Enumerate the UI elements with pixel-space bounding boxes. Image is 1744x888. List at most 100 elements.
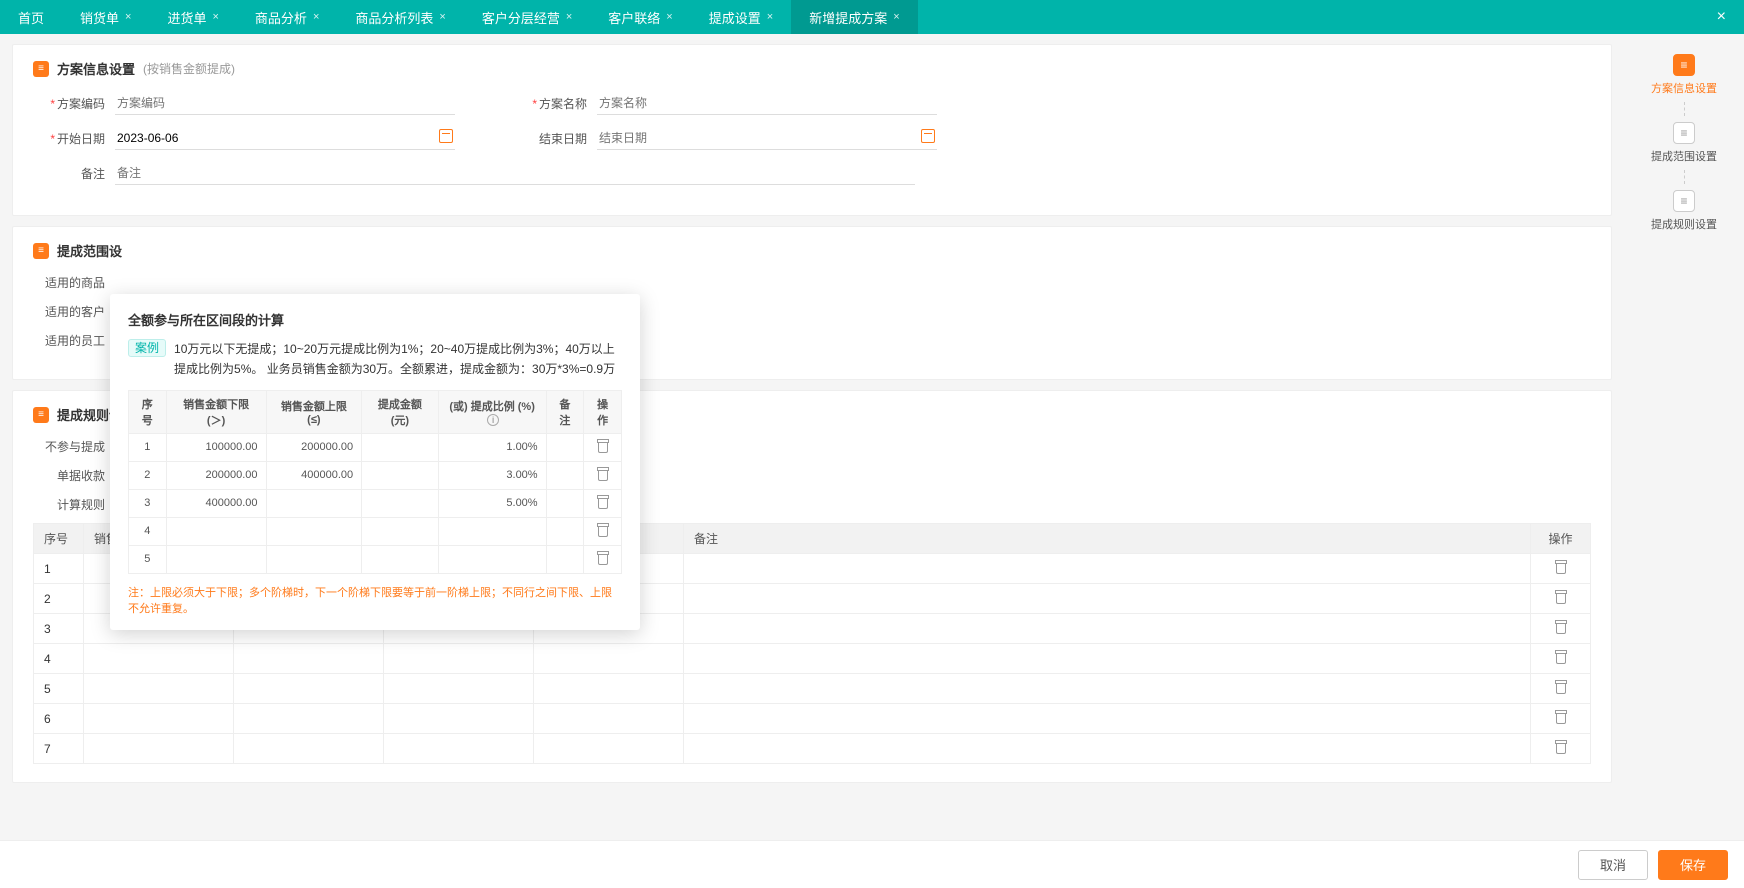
close-icon[interactable]: × [439, 11, 445, 23]
cancel-button[interactable]: 取消 [1578, 850, 1648, 880]
popover-note: 注：上限必须大于下限；多个阶梯时，下一个阶梯下限要等于前一阶梯上限；不同行之间下… [128, 584, 622, 616]
start-date-input[interactable] [115, 127, 455, 150]
scope-cust-label: 适用的客户 [33, 303, 105, 320]
trash-icon[interactable] [1555, 680, 1567, 694]
trash-icon[interactable] [597, 523, 609, 537]
panel-plan-info: ≡ 方案信息设置 (按销售金额提成) *方案编码 *方案名称 *开始日期 [12, 44, 1612, 216]
close-icon[interactable]: × [313, 11, 319, 23]
code-input[interactable] [115, 92, 455, 115]
pcell-lower: 100000.00 [166, 433, 266, 461]
trash-icon[interactable] [1555, 620, 1567, 634]
tab-item[interactable]: 商品分析列表× [337, 0, 463, 34]
tab-item[interactable]: 进货单× [149, 0, 236, 34]
cell-remark[interactable] [684, 614, 1531, 644]
trash-icon[interactable] [597, 467, 609, 481]
tab-item[interactable]: 首页 [0, 0, 62, 34]
pcell-ratio: 1.00% [438, 433, 546, 461]
cell-lower[interactable] [84, 734, 234, 764]
tab-item[interactable]: 客户联络× [590, 0, 690, 34]
cell-amount[interactable] [384, 734, 534, 764]
pth-seq: 序号 [129, 390, 167, 433]
tab-label: 商品分析 [255, 8, 307, 27]
panel-icon: ≡ [33, 61, 49, 77]
trash-icon[interactable] [1555, 650, 1567, 664]
trash-icon[interactable] [597, 495, 609, 509]
pcell-ratio: 5.00% [438, 489, 546, 517]
close-all-tabs[interactable]: × [1709, 0, 1734, 34]
pcell-amount [362, 433, 438, 461]
pcell-ratio [438, 517, 546, 545]
cell-remark[interactable] [684, 674, 1531, 704]
side-step[interactable]: ≡提成范围设置 [1651, 122, 1717, 164]
pcell-remark [546, 461, 584, 489]
calendar-icon[interactable] [921, 129, 935, 143]
bill-collect-label: 单据收款 [33, 467, 105, 484]
trash-icon[interactable] [1555, 710, 1567, 724]
close-icon[interactable]: × [212, 11, 218, 23]
cell-ratio[interactable] [534, 734, 684, 764]
pcell-seq: 5 [129, 545, 167, 573]
cell-lower[interactable] [84, 674, 234, 704]
save-button[interactable]: 保存 [1658, 850, 1728, 880]
pcell-seq: 3 [129, 489, 167, 517]
close-icon[interactable]: × [893, 11, 899, 23]
trash-icon[interactable] [597, 439, 609, 453]
pcell-amount [362, 489, 438, 517]
pcell-amount [362, 545, 438, 573]
side-step[interactable]: ≡提成规则设置 [1651, 190, 1717, 232]
step-label: 提成规则设置 [1651, 216, 1717, 232]
tab-item[interactable]: 提成设置× [691, 0, 791, 34]
pcell-lower [166, 545, 266, 573]
trash-icon[interactable] [597, 551, 609, 565]
calendar-icon[interactable] [439, 129, 453, 143]
cell-remark[interactable] [684, 734, 1531, 764]
tab-item[interactable]: 新增提成方案× [791, 0, 917, 34]
cell-lower[interactable] [84, 704, 234, 734]
close-icon[interactable]: × [666, 11, 672, 23]
info-icon[interactable]: i [487, 414, 499, 426]
cell-remark[interactable] [684, 554, 1531, 584]
cell-ratio[interactable] [534, 704, 684, 734]
pcell-remark [546, 517, 584, 545]
tab-item[interactable]: 商品分析 × [237, 0, 337, 34]
end-date-input[interactable] [597, 127, 937, 150]
cell-amount[interactable] [384, 644, 534, 674]
cell-upper[interactable] [234, 704, 384, 734]
trash-icon[interactable] [1555, 590, 1567, 604]
th-op: 操作 [1531, 524, 1591, 554]
table-row[interactable]: 6 [34, 704, 1591, 734]
cell-lower[interactable] [84, 644, 234, 674]
popover-row: 1100000.00200000.001.00% [129, 433, 622, 461]
close-icon[interactable]: × [566, 11, 572, 23]
close-icon[interactable]: × [125, 11, 131, 23]
name-input[interactable] [597, 92, 937, 115]
cell-ratio[interactable] [534, 674, 684, 704]
remark-input[interactable] [115, 162, 915, 185]
cell-upper[interactable] [234, 734, 384, 764]
cell-amount[interactable] [384, 674, 534, 704]
table-row[interactable]: 4 [34, 644, 1591, 674]
cell-remark[interactable] [684, 704, 1531, 734]
close-icon[interactable]: × [767, 11, 773, 23]
pth-op: 操作 [584, 390, 622, 433]
cell-ratio[interactable] [534, 644, 684, 674]
side-step[interactable]: ≡方案信息设置 [1651, 54, 1717, 96]
cell-upper[interactable] [234, 644, 384, 674]
trash-icon[interactable] [1555, 740, 1567, 754]
th-seq: 序号 [34, 524, 84, 554]
table-row[interactable]: 7 [34, 734, 1591, 764]
scope-emp-label: 适用的员工 [33, 332, 105, 349]
cell-upper[interactable] [234, 674, 384, 704]
cell-remark[interactable] [684, 584, 1531, 614]
panel-title-text: 方案信息设置 [57, 59, 135, 78]
step-icon: ≡ [1673, 54, 1695, 76]
trash-icon[interactable] [1555, 560, 1567, 574]
calc-rule-label: 计算规则 [33, 496, 105, 513]
pcell-seq: 4 [129, 517, 167, 545]
table-row[interactable]: 5 [34, 674, 1591, 704]
tab-item[interactable]: 销货单× [62, 0, 149, 34]
cell-amount[interactable] [384, 704, 534, 734]
tab-item[interactable]: 客户分层经营× [464, 0, 590, 34]
pth-lower: 销售金额下限 (＞) [166, 390, 266, 433]
cell-remark[interactable] [684, 644, 1531, 674]
